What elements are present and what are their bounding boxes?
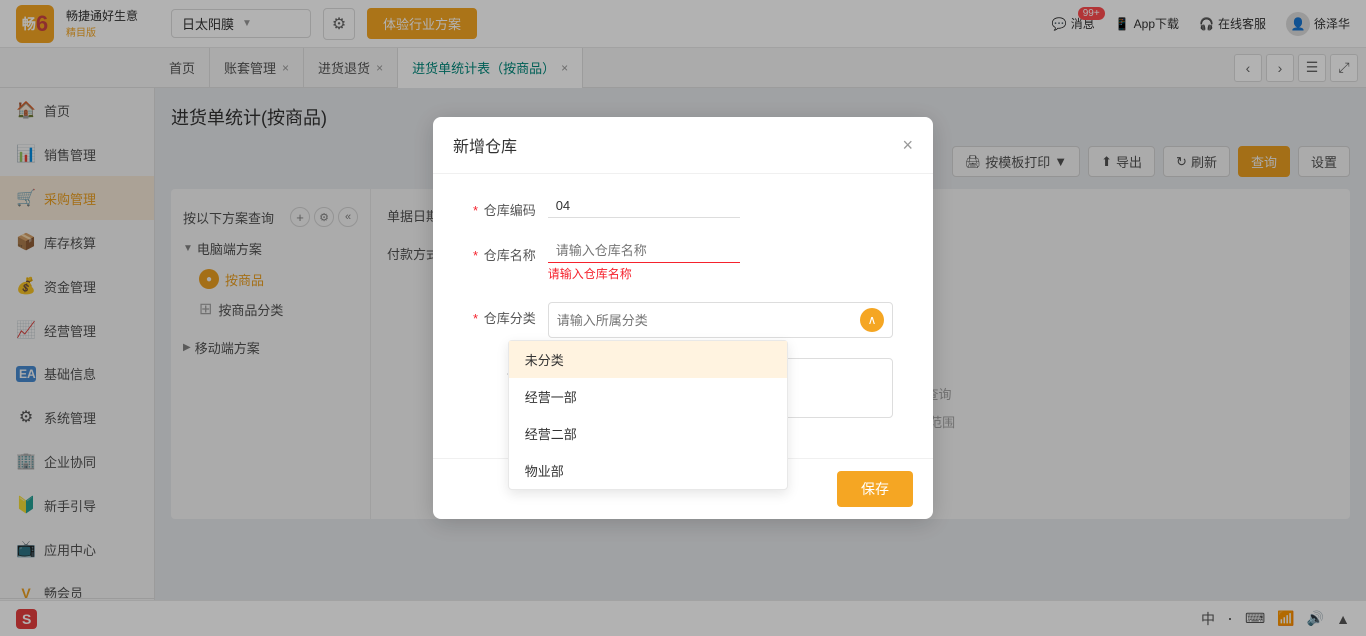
modal-close-button[interactable]: × [902, 135, 913, 156]
dropdown-option-dept1[interactable]: 经营一部 [509, 378, 787, 415]
dropdown-toggle-button[interactable]: ∧ [860, 308, 884, 332]
name-error-message: 请输入仓库名称 [548, 265, 893, 282]
code-required-mark: * [473, 203, 478, 218]
save-button[interactable]: 保存 [837, 471, 913, 507]
category-dropdown-list: 未分类 经营一部 经营二部 物业部 [508, 340, 788, 490]
code-input[interactable] [548, 194, 740, 218]
category-label: * 仓库分类 [473, 302, 536, 327]
code-form-row: * 仓库编码 [473, 194, 893, 219]
modal-header: 新增仓库 × [433, 117, 933, 174]
category-required-mark: * [473, 311, 478, 326]
dropdown-option-uncategorized[interactable]: 未分类 [509, 341, 787, 378]
modal-overlay: 新增仓库 × * 仓库编码 * 仓库名称 [0, 0, 1366, 636]
name-label: * 仓库名称 [473, 239, 536, 264]
category-input[interactable] [557, 313, 860, 328]
name-form-row: * 仓库名称 请输入仓库名称 [473, 239, 893, 282]
category-dropdown[interactable]: ∧ [548, 302, 893, 338]
dropdown-option-dept2[interactable]: 经营二部 [509, 415, 787, 452]
name-input[interactable] [548, 239, 740, 263]
modal-title: 新增仓库 [453, 133, 517, 157]
name-required-mark: * [473, 248, 478, 263]
code-label: * 仓库编码 [473, 194, 536, 219]
category-input-wrap: ∧ 未分类 经营一部 经营二部 物业部 [548, 302, 893, 338]
modal-body: * 仓库编码 * 仓库名称 请输入仓库名称 [433, 174, 933, 458]
add-warehouse-modal: 新增仓库 × * 仓库编码 * 仓库名称 [433, 117, 933, 519]
category-form-row: * 仓库分类 ∧ 未分类 经营一部 经营二部 物业部 [473, 302, 893, 338]
name-input-wrap: 请输入仓库名称 [548, 239, 893, 282]
code-input-wrap [548, 194, 893, 218]
dropdown-option-dept3[interactable]: 物业部 [509, 452, 787, 489]
